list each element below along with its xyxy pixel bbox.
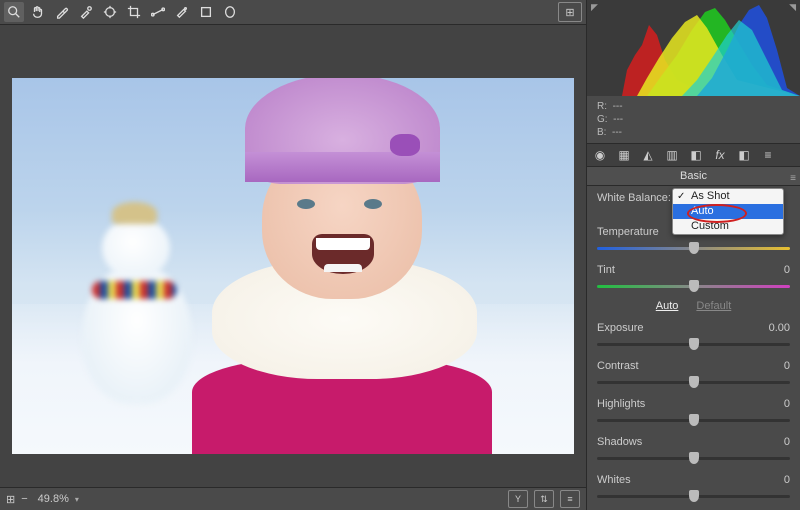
- check-icon: ✓: [677, 189, 685, 204]
- highlights-value[interactable]: 0: [784, 398, 790, 410]
- zoom-level[interactable]: 49.8%: [38, 493, 69, 505]
- contrast-value[interactable]: 0: [784, 360, 790, 372]
- swap-button[interactable]: ⇅: [534, 490, 554, 508]
- top-toolbar: ⊞: [0, 0, 586, 25]
- basic-controls: White Balance: ✓As Shot Auto Custom Temp…: [587, 186, 800, 510]
- contrast-slider[interactable]: [597, 376, 790, 390]
- wb-option-auto[interactable]: Auto: [673, 204, 783, 219]
- slider-thumb[interactable]: [689, 452, 699, 464]
- canvas-area: [0, 25, 586, 487]
- contrast-label: Contrast: [597, 360, 639, 372]
- panel-tabs: ◉ ▦ ◭ ▥ ◧ fx ◧ ≡: [587, 143, 800, 167]
- exposure-slider[interactable]: [597, 338, 790, 352]
- exposure-label: Exposure: [597, 322, 643, 334]
- hand-tool[interactable]: [28, 2, 48, 22]
- slider-thumb[interactable]: [689, 338, 699, 350]
- tint-label: Tint: [597, 264, 615, 276]
- whites-slider[interactable]: [597, 490, 790, 504]
- zoom-tool[interactable]: [4, 2, 24, 22]
- rgb-readout: R: --- G: --- B: ---: [587, 96, 800, 143]
- zoom-out-button[interactable]: −: [21, 493, 27, 505]
- white-balance-label: White Balance:: [597, 192, 671, 204]
- tint-slider[interactable]: [597, 280, 790, 294]
- white-balance-dropdown[interactable]: ✓As Shot Auto Custom: [672, 188, 784, 235]
- slider-thumb[interactable]: [689, 376, 699, 388]
- tab-hsl[interactable]: ▥: [663, 147, 681, 163]
- wb-option-as-shot[interactable]: ✓As Shot: [673, 189, 783, 204]
- whites-label: Whites: [597, 474, 631, 486]
- histogram[interactable]: ◤ ◥: [587, 0, 800, 96]
- slider-thumb[interactable]: [689, 280, 699, 292]
- new-snapshot-button[interactable]: ⊞: [558, 2, 582, 22]
- panel-title: Basic ≡: [587, 167, 800, 186]
- default-link[interactable]: Default: [696, 300, 731, 312]
- plus-icon: ⊞: [565, 6, 574, 19]
- left-pane: ⊞ ⊞ − 49.8% ▾ Y: [0, 0, 586, 510]
- highlights-label: Highlights: [597, 398, 645, 410]
- temperature-slider[interactable]: [597, 242, 790, 256]
- wb-option-custom[interactable]: Custom: [673, 219, 783, 234]
- auto-default-links: Auto Default: [597, 300, 790, 312]
- rotate-tool[interactable]: [220, 2, 240, 22]
- straighten-tool[interactable]: [148, 2, 168, 22]
- color-sampler-tool[interactable]: [76, 2, 96, 22]
- tab-detail[interactable]: ◭: [639, 147, 657, 163]
- exposure-value[interactable]: 0.00: [769, 322, 790, 334]
- tint-value[interactable]: 0: [784, 264, 790, 276]
- slider-thumb[interactable]: [689, 242, 699, 254]
- slider-thumb[interactable]: [689, 490, 699, 502]
- before-after-y-button[interactable]: Y: [508, 490, 528, 508]
- grid-toggle[interactable]: ⊞: [6, 493, 15, 506]
- zoom-menu-caret[interactable]: ▾: [75, 495, 79, 504]
- temperature-label: Temperature: [597, 226, 659, 238]
- view-options-button[interactable]: ≡: [560, 490, 580, 508]
- shadows-label: Shadows: [597, 436, 642, 448]
- tab-camera[interactable]: ◧: [735, 147, 753, 163]
- highlights-slider[interactable]: [597, 414, 790, 428]
- right-panel: ◤ ◥ R: --- G: --- B: --- ◉ ▦ ◭ ▥ ◧ fx: [586, 0, 800, 510]
- eyedropper-tool[interactable]: [52, 2, 72, 22]
- histogram-graph: [587, 0, 800, 96]
- preview-image[interactable]: [12, 78, 574, 454]
- redeye-tool[interactable]: [196, 2, 216, 22]
- auto-link[interactable]: Auto: [656, 300, 679, 312]
- tab-curve[interactable]: ▦: [615, 147, 633, 163]
- tab-fx[interactable]: fx: [711, 147, 729, 163]
- spot-heal-tool[interactable]: [172, 2, 192, 22]
- tab-split[interactable]: ◧: [687, 147, 705, 163]
- status-bar: ⊞ − 49.8% ▾ Y ⇅ ≡: [0, 487, 586, 510]
- tab-basic[interactable]: ◉: [591, 147, 609, 163]
- tab-presets[interactable]: ≡: [759, 147, 777, 163]
- shadows-slider[interactable]: [597, 452, 790, 466]
- shadows-value[interactable]: 0: [784, 436, 790, 448]
- crop-tool[interactable]: [124, 2, 144, 22]
- camera-raw-app: ⊞ ⊞ − 49.8% ▾ Y: [0, 0, 800, 510]
- whites-value[interactable]: 0: [784, 474, 790, 486]
- target-adjust-tool[interactable]: [100, 2, 120, 22]
- slider-thumb[interactable]: [689, 414, 699, 426]
